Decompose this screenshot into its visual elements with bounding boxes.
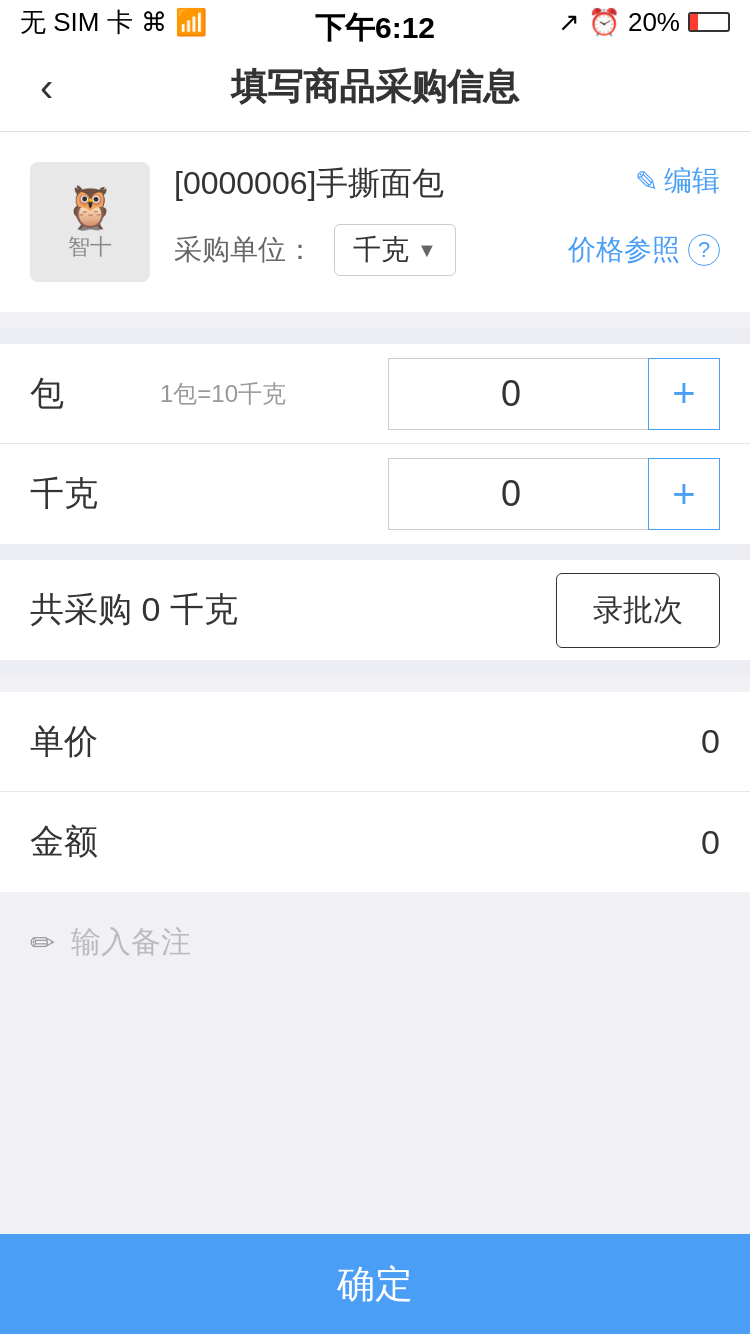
price-ref-help-icon: ? xyxy=(688,234,720,266)
pack-plus-button[interactable]: + xyxy=(648,358,720,430)
status-left: 无 SIM 卡 ⌘ 📶 xyxy=(20,5,207,40)
wifi-signal: 📶 xyxy=(175,7,207,38)
product-image: 🦉 智十 xyxy=(30,162,150,282)
section-divider-1 xyxy=(0,328,750,344)
unit-price-label: 单价 xyxy=(30,719,701,765)
page-title: 填写商品采购信息 xyxy=(231,63,519,112)
pencil-icon: ✏ xyxy=(30,925,55,960)
kg-plus-button[interactable]: + xyxy=(648,458,720,530)
battery-bar xyxy=(688,12,730,32)
price-section: 单价 0 金额 0 xyxy=(0,692,750,892)
location-icon: ↗ xyxy=(558,7,580,38)
back-button[interactable]: ‹ xyxy=(30,55,63,120)
total-row: 共采购 0 千克 录批次 xyxy=(0,560,750,660)
total-label: 共采购 0 千克 xyxy=(30,587,556,633)
quantity-section: 包 1包=10千克 + 千克 + xyxy=(0,344,750,544)
status-right: ↗ ⏰ 20% xyxy=(558,7,730,38)
product-logo-icon: 🦉 xyxy=(64,183,116,232)
unit-select[interactable]: 千克 ▼ xyxy=(334,224,456,276)
pack-sublabel: 1包=10千克 xyxy=(160,378,388,410)
pack-input[interactable] xyxy=(388,358,648,430)
notes-placeholder: 输入备注 xyxy=(71,922,191,963)
amount-label: 金额 xyxy=(30,819,701,865)
product-card: 🦉 智十 [0000006]手撕面包 采购单位： 千克 ▼ 价格参照 ? ✎ 编… xyxy=(0,132,750,312)
confirm-button[interactable]: 确定 xyxy=(0,1234,750,1334)
bottom-space xyxy=(0,993,750,1273)
record-batch-button[interactable]: 录批次 xyxy=(556,573,720,648)
edit-icon: ✎ xyxy=(635,165,658,198)
pack-field-wrap: + xyxy=(388,358,720,430)
carrier-label: 无 SIM 卡 xyxy=(20,5,133,40)
price-ref-label: 价格参照 xyxy=(568,231,680,269)
product-logo-text: 智十 xyxy=(68,232,112,262)
unit-price-value: 0 xyxy=(701,722,720,761)
amount-row: 金额 0 xyxy=(0,792,750,892)
nav-bar: ‹ 填写商品采购信息 xyxy=(0,44,750,132)
battery-pct: 20% xyxy=(628,7,680,38)
notes-section[interactable]: ✏ 输入备注 xyxy=(0,892,750,993)
kg-input-row: 千克 + xyxy=(0,444,750,544)
unit-arrow-icon: ▼ xyxy=(417,239,437,262)
kg-label: 千克 xyxy=(30,471,150,517)
edit-button[interactable]: ✎ 编辑 xyxy=(635,162,720,200)
kg-input[interactable] xyxy=(388,458,648,530)
price-ref-button[interactable]: 价格参照 ? xyxy=(568,231,720,269)
edit-label: 编辑 xyxy=(664,162,720,200)
unit-value: 千克 xyxy=(353,231,409,269)
status-time: 下午6:12 xyxy=(315,8,435,49)
section-divider-3 xyxy=(0,660,750,676)
amount-value: 0 xyxy=(701,823,720,862)
status-bar: 无 SIM 卡 ⌘ 📶 下午6:12 ↗ ⏰ 20% xyxy=(0,0,750,44)
product-meta: 采购单位： 千克 ▼ 价格参照 ? xyxy=(174,224,720,276)
unit-price-row: 单价 0 xyxy=(0,692,750,792)
pack-label: 包 xyxy=(30,371,150,417)
purchase-unit-label: 采购单位： xyxy=(174,231,314,269)
section-divider-2 xyxy=(0,544,750,560)
battery-fill xyxy=(690,14,698,30)
kg-field-wrap: + xyxy=(388,458,720,530)
wifi-icon: ⌘ xyxy=(141,7,167,38)
pack-input-row: 包 1包=10千克 + xyxy=(0,344,750,444)
alarm-icon: ⏰ xyxy=(588,7,620,38)
